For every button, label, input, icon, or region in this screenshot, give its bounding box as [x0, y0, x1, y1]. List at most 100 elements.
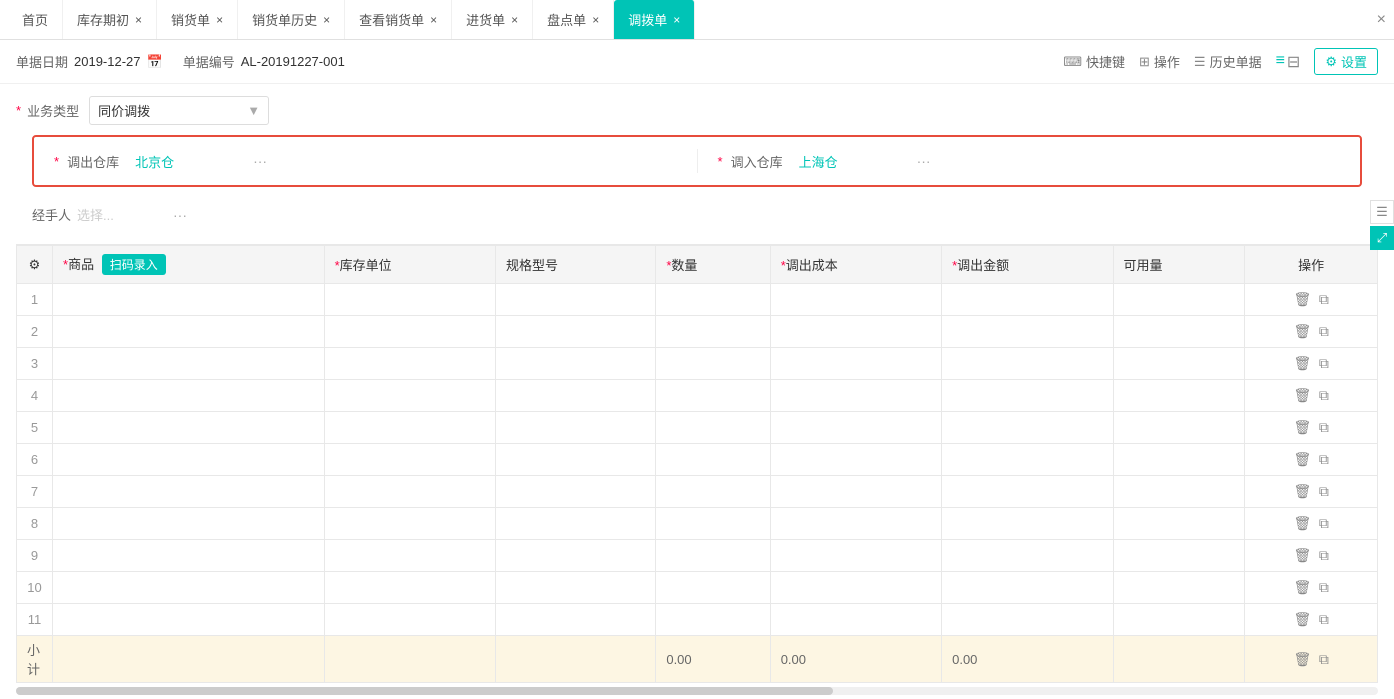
- tab-purchase[interactable]: 进货单 ×: [452, 0, 533, 39]
- close-tab-sales-order[interactable]: ×: [216, 13, 223, 27]
- copy-icon-8[interactable]: ⧉: [1319, 515, 1329, 531]
- cell-cost-1[interactable]: [770, 284, 941, 316]
- cell-cost-10[interactable]: [770, 572, 941, 604]
- delete-icon-5[interactable]: 🗑: [1293, 419, 1311, 435]
- delete-icon-4[interactable]: 🗑: [1293, 387, 1311, 403]
- close-all-tabs[interactable]: ×: [1377, 11, 1386, 29]
- cell-available-5[interactable]: [1113, 412, 1245, 444]
- cell-amount-8[interactable]: [942, 508, 1113, 540]
- cell-available-6[interactable]: [1113, 444, 1245, 476]
- cell-qty-2[interactable]: [656, 316, 770, 348]
- delete-icon-3[interactable]: 🗑: [1293, 355, 1311, 371]
- cell-qty-11[interactable]: [656, 604, 770, 636]
- cell-available-9[interactable]: [1113, 540, 1245, 572]
- cell-unit-7[interactable]: [324, 476, 495, 508]
- cell-qty-5[interactable]: [656, 412, 770, 444]
- cell-product-7[interactable]: [53, 476, 325, 508]
- close-tab-inventory-init[interactable]: ×: [135, 13, 142, 27]
- tab-sales-history[interactable]: 销货单历史 ×: [238, 0, 345, 39]
- cell-spec-3[interactable]: [496, 348, 656, 380]
- cell-spec-9[interactable]: [496, 540, 656, 572]
- out-warehouse-more[interactable]: ···: [253, 153, 267, 169]
- close-tab-view-sales[interactable]: ×: [430, 13, 437, 27]
- cell-cost-6[interactable]: [770, 444, 941, 476]
- close-tab-transfer[interactable]: ×: [673, 13, 680, 27]
- tab-stocktake[interactable]: 盘点单 ×: [533, 0, 614, 39]
- delete-icon-6[interactable]: 🗑: [1293, 451, 1311, 467]
- cell-product-4[interactable]: [53, 380, 325, 412]
- cell-product-11[interactable]: [53, 604, 325, 636]
- shortcut-btn[interactable]: ⌨ 快捷键: [1063, 52, 1125, 71]
- copy-icon-6[interactable]: ⧉: [1319, 451, 1329, 467]
- th-gear[interactable]: ⚙: [17, 246, 53, 284]
- cell-available-11[interactable]: [1113, 604, 1245, 636]
- cell-cost-11[interactable]: [770, 604, 941, 636]
- copy-icon-10[interactable]: ⧉: [1319, 579, 1329, 595]
- cell-unit-6[interactable]: [324, 444, 495, 476]
- cell-amount-9[interactable]: [942, 540, 1113, 572]
- copy-icon-2[interactable]: ⧉: [1319, 323, 1329, 339]
- scan-entry-btn[interactable]: 扫码录入: [102, 254, 166, 275]
- copy-icon-3[interactable]: ⧉: [1319, 355, 1329, 371]
- cell-qty-8[interactable]: [656, 508, 770, 540]
- copy-icon-9[interactable]: ⧉: [1319, 547, 1329, 563]
- cell-spec-8[interactable]: [496, 508, 656, 540]
- cell-product-9[interactable]: [53, 540, 325, 572]
- operate-btn[interactable]: ⊞ 操作: [1139, 52, 1180, 71]
- cell-unit-9[interactable]: [324, 540, 495, 572]
- cell-available-4[interactable]: [1113, 380, 1245, 412]
- copy-icon-11[interactable]: ⧉: [1319, 611, 1329, 627]
- cell-qty-9[interactable]: [656, 540, 770, 572]
- cell-available-8[interactable]: [1113, 508, 1245, 540]
- tab-inventory-init[interactable]: 库存期初 ×: [63, 0, 157, 39]
- cell-qty-3[interactable]: [656, 348, 770, 380]
- cell-spec-5[interactable]: [496, 412, 656, 444]
- delete-icon-10[interactable]: 🗑: [1293, 579, 1311, 595]
- delete-icon-9[interactable]: 🗑: [1293, 547, 1311, 563]
- cell-cost-4[interactable]: [770, 380, 941, 412]
- in-warehouse-more[interactable]: ···: [917, 153, 931, 169]
- tab-view-sales[interactable]: 查看销货单 ×: [345, 0, 452, 39]
- cell-spec-1[interactable]: [496, 284, 656, 316]
- cell-qty-6[interactable]: [656, 444, 770, 476]
- setting-button[interactable]: ⚙ 设置: [1314, 48, 1378, 75]
- subtotal-delete-icon[interactable]: 🗑: [1293, 651, 1311, 667]
- cell-product-10[interactable]: [53, 572, 325, 604]
- handler-input[interactable]: 选择...: [77, 205, 157, 224]
- cell-available-2[interactable]: [1113, 316, 1245, 348]
- copy-icon-4[interactable]: ⧉: [1319, 387, 1329, 403]
- copy-icon-1[interactable]: ⧉: [1319, 291, 1329, 307]
- cell-cost-5[interactable]: [770, 412, 941, 444]
- cell-available-7[interactable]: [1113, 476, 1245, 508]
- close-tab-purchase[interactable]: ×: [511, 13, 518, 27]
- cell-qty-7[interactable]: [656, 476, 770, 508]
- cell-product-3[interactable]: [53, 348, 325, 380]
- cell-product-6[interactable]: [53, 444, 325, 476]
- cell-qty-1[interactable]: [656, 284, 770, 316]
- cell-unit-10[interactable]: [324, 572, 495, 604]
- history-btn[interactable]: ☰ 历史单据: [1194, 52, 1262, 71]
- cell-amount-7[interactable]: [942, 476, 1113, 508]
- biz-type-select[interactable]: 同价调拨 ▼: [89, 96, 269, 125]
- delete-icon-7[interactable]: 🗑: [1293, 483, 1311, 499]
- cell-unit-2[interactable]: [324, 316, 495, 348]
- tab-home[interactable]: 首页: [8, 0, 63, 39]
- delete-icon-1[interactable]: 🗑: [1293, 291, 1311, 307]
- cell-qty-4[interactable]: [656, 380, 770, 412]
- side-list-icon[interactable]: ☰: [1370, 200, 1394, 224]
- copy-icon-7[interactable]: ⧉: [1319, 483, 1329, 499]
- subtotal-copy-icon[interactable]: ⧉: [1319, 651, 1329, 667]
- cell-amount-10[interactable]: [942, 572, 1113, 604]
- cell-unit-5[interactable]: [324, 412, 495, 444]
- cell-spec-10[interactable]: [496, 572, 656, 604]
- cell-spec-7[interactable]: [496, 476, 656, 508]
- tab-transfer[interactable]: 调拨单 ×: [614, 0, 695, 39]
- cell-unit-11[interactable]: [324, 604, 495, 636]
- delete-icon-2[interactable]: 🗑: [1293, 323, 1311, 339]
- layout-icon-1[interactable]: ≡: [1276, 52, 1285, 72]
- layout-icon-2[interactable]: ⊟: [1287, 52, 1300, 72]
- cell-cost-7[interactable]: [770, 476, 941, 508]
- scroll-track[interactable]: [16, 687, 1378, 695]
- delete-icon-11[interactable]: 🗑: [1293, 611, 1311, 627]
- cell-spec-2[interactable]: [496, 316, 656, 348]
